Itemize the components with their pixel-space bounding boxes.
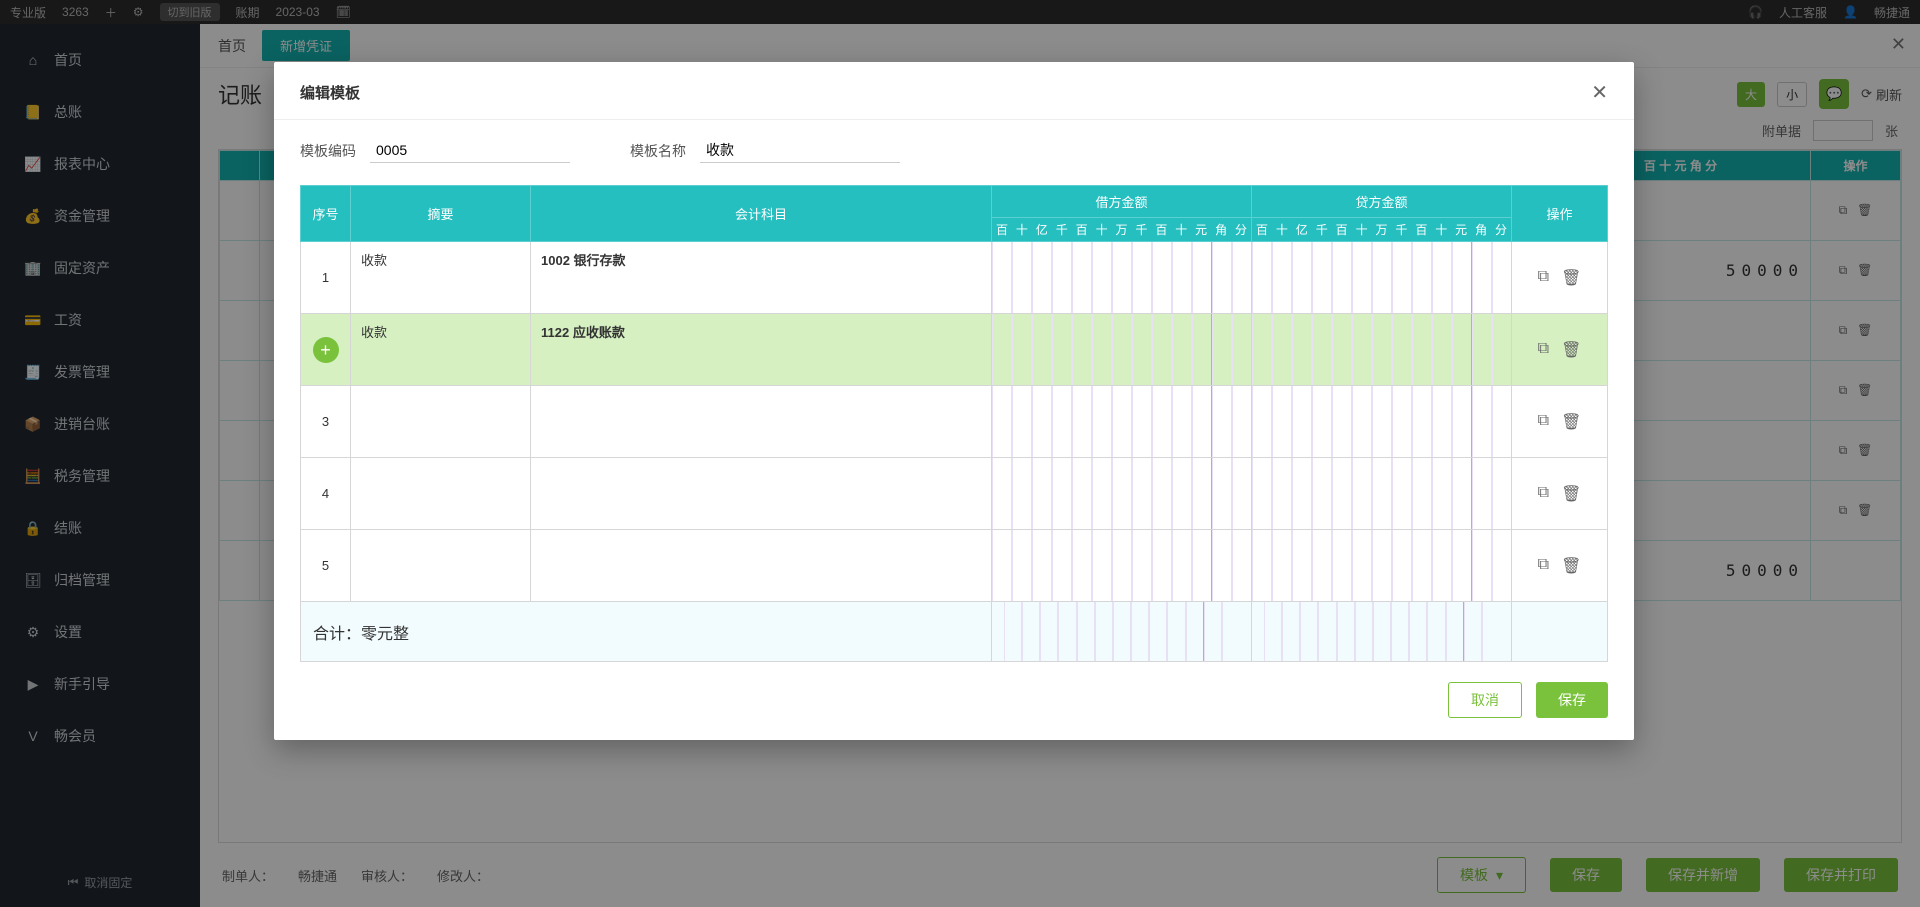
th-seq: 序号 bbox=[301, 186, 351, 242]
th-credit-digits: 百十亿千百十万千百十元角分 bbox=[1252, 218, 1512, 242]
template-name-field: 模板名称 bbox=[630, 138, 900, 163]
trash-icon[interactable]: 🗑 bbox=[1561, 268, 1581, 288]
seq-cell: 3 bbox=[301, 386, 351, 458]
modal-form-row: 模板编码 模板名称 bbox=[300, 138, 1608, 163]
edit-template-modal: 编辑模板 ✕ 模板编码 模板名称 序号 摘要 会计科目 借方金额 贷方金额 bbox=[274, 62, 1634, 740]
seq-cell: 5 bbox=[301, 530, 351, 602]
th-debit-digits: 百十亿千百十万千百十元角分 bbox=[992, 218, 1252, 242]
template-code-field: 模板编码 bbox=[300, 138, 570, 163]
table-row[interactable]: +收款1122 应收账款⧉🗑 bbox=[301, 314, 1608, 386]
trash-icon[interactable]: 🗑 bbox=[1561, 484, 1581, 504]
credit-cell[interactable] bbox=[1252, 314, 1512, 386]
template-code-label: 模板编码 bbox=[300, 141, 356, 161]
th-ops: 操作 bbox=[1512, 186, 1608, 242]
trash-icon[interactable]: 🗑 bbox=[1561, 340, 1581, 360]
seq-cell: 4 bbox=[301, 458, 351, 530]
debit-cell[interactable] bbox=[992, 314, 1252, 386]
modal-footer: 取消 保存 bbox=[274, 668, 1634, 740]
th-subject: 会计科目 bbox=[531, 186, 992, 242]
credit-cell[interactable] bbox=[1252, 458, 1512, 530]
total-credit-cell bbox=[1252, 602, 1512, 662]
th-summary: 摘要 bbox=[351, 186, 531, 242]
total-ops-cell bbox=[1512, 602, 1608, 662]
th-credit: 贷方金额 bbox=[1252, 186, 1512, 218]
trash-icon[interactable]: 🗑 bbox=[1561, 556, 1581, 576]
copy-icon[interactable]: ⧉ bbox=[1538, 340, 1549, 360]
summary-cell[interactable] bbox=[351, 458, 531, 530]
total-debit-cell bbox=[992, 602, 1252, 662]
modal-close-icon[interactable]: ✕ bbox=[1591, 80, 1608, 105]
modal-title: 编辑模板 bbox=[300, 82, 360, 103]
template-code-input[interactable] bbox=[370, 138, 570, 163]
summary-cell[interactable]: 收款 bbox=[351, 242, 531, 314]
template-table: 序号 摘要 会计科目 借方金额 贷方金额 操作 百十亿千百十万千百十元角分 百十… bbox=[300, 185, 1608, 662]
copy-icon[interactable]: ⧉ bbox=[1538, 556, 1549, 576]
subject-cell[interactable]: 1002 银行存款 bbox=[531, 242, 992, 314]
modal-body: 模板编码 模板名称 序号 摘要 会计科目 借方金额 贷方金额 操作 bbox=[274, 120, 1634, 668]
subject-cell[interactable]: 1122 应收账款 bbox=[531, 314, 992, 386]
seq-cell: 1 bbox=[301, 242, 351, 314]
credit-cell[interactable] bbox=[1252, 242, 1512, 314]
summary-cell[interactable] bbox=[351, 530, 531, 602]
table-row[interactable]: 4⧉🗑 bbox=[301, 458, 1608, 530]
ops-cell: ⧉🗑 bbox=[1512, 458, 1608, 530]
table-row[interactable]: 5⧉🗑 bbox=[301, 530, 1608, 602]
credit-cell[interactable] bbox=[1252, 386, 1512, 458]
seq-cell: + bbox=[301, 314, 351, 386]
total-label: 合计：零元整 bbox=[301, 602, 992, 662]
debit-cell[interactable] bbox=[992, 458, 1252, 530]
summary-cell[interactable]: 收款 bbox=[351, 314, 531, 386]
modal-cancel-button[interactable]: 取消 bbox=[1448, 682, 1522, 718]
copy-icon[interactable]: ⧉ bbox=[1538, 484, 1549, 504]
ops-cell: ⧉🗑 bbox=[1512, 242, 1608, 314]
ops-cell: ⧉🗑 bbox=[1512, 386, 1608, 458]
template-name-input[interactable] bbox=[700, 138, 900, 163]
copy-icon[interactable]: ⧉ bbox=[1538, 412, 1549, 432]
th-debit: 借方金额 bbox=[992, 186, 1252, 218]
table-row[interactable]: 3⧉🗑 bbox=[301, 386, 1608, 458]
ops-cell: ⧉🗑 bbox=[1512, 530, 1608, 602]
table-row[interactable]: 1收款1002 银行存款⧉🗑 bbox=[301, 242, 1608, 314]
debit-cell[interactable] bbox=[992, 386, 1252, 458]
trash-icon[interactable]: 🗑 bbox=[1561, 412, 1581, 432]
modal-header: 编辑模板 ✕ bbox=[274, 62, 1634, 120]
total-row: 合计：零元整 bbox=[301, 602, 1608, 662]
subject-cell[interactable] bbox=[531, 530, 992, 602]
subject-cell[interactable] bbox=[531, 386, 992, 458]
subject-cell[interactable] bbox=[531, 458, 992, 530]
modal-save-button[interactable]: 保存 bbox=[1536, 682, 1608, 718]
copy-icon[interactable]: ⧉ bbox=[1538, 268, 1549, 288]
debit-cell[interactable] bbox=[992, 242, 1252, 314]
summary-cell[interactable] bbox=[351, 386, 531, 458]
template-name-label: 模板名称 bbox=[630, 141, 686, 161]
debit-cell[interactable] bbox=[992, 530, 1252, 602]
credit-cell[interactable] bbox=[1252, 530, 1512, 602]
add-row-icon[interactable]: + bbox=[313, 337, 339, 363]
ops-cell: ⧉🗑 bbox=[1512, 314, 1608, 386]
